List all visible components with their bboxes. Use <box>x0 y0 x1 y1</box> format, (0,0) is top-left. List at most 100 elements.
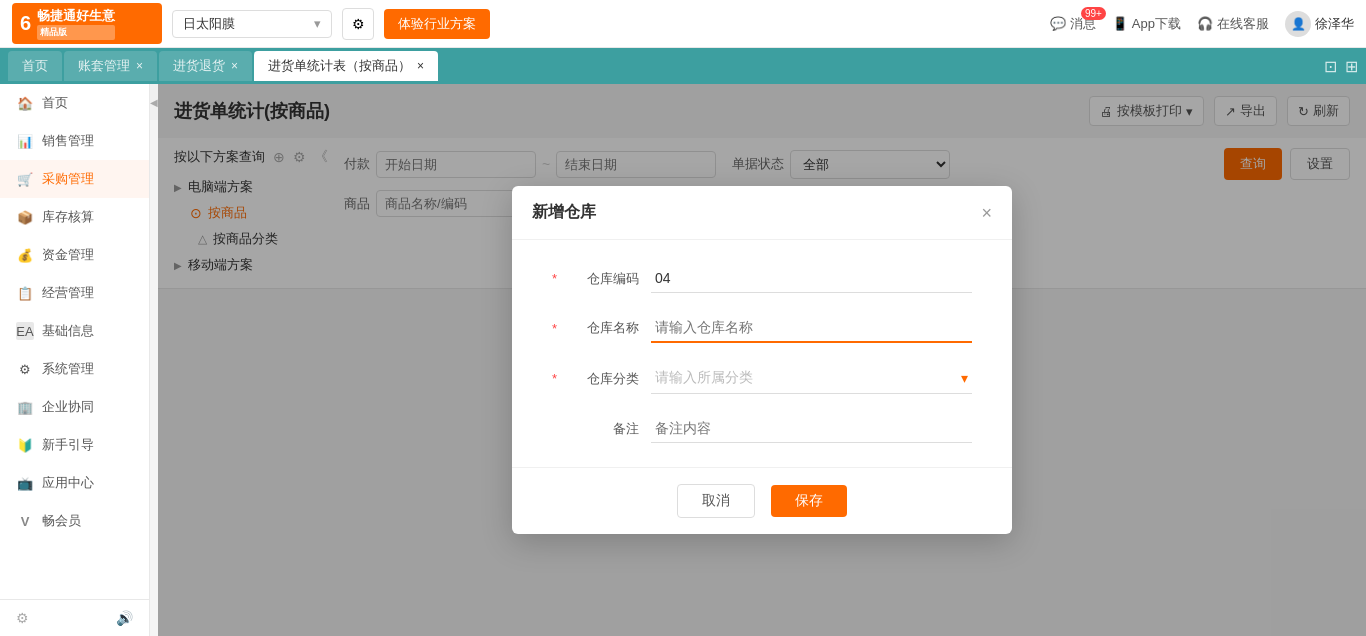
tab-purchase-stats[interactable]: 进货单统计表（按商品） × <box>254 51 438 81</box>
sidebar-item-system-label: 系统管理 <box>42 360 94 378</box>
trial-button[interactable]: 体验行业方案 <box>384 9 490 39</box>
sidebar-item-sales-label: 销售管理 <box>42 132 94 150</box>
app-download-button[interactable]: 📱 App下载 <box>1112 15 1181 33</box>
sidebar-bottom: ⚙ 🔊 <box>0 599 149 636</box>
main-layout: 🏠 首页 📊 销售管理 🛒 采购管理 📦 库存核算 💰 资金管理 📋 经营管理 … <box>0 84 1366 636</box>
dialog-close-button[interactable]: × <box>981 204 992 222</box>
tab-purchase-stats-close[interactable]: × <box>417 59 424 73</box>
tab-bar: 首页 账套管理 × 进货退货 × 进货单统计表（按商品） × ⊡ ⊞ <box>0 48 1366 84</box>
system-icon: ⚙ <box>16 360 34 378</box>
logo-badge: 精品版 <box>37 25 115 40</box>
sidebar-item-guide[interactable]: 🔰 新手引导 <box>0 426 149 464</box>
warehouse-name-row: * 仓库名称 <box>552 313 972 343</box>
sidebar-item-finance[interactable]: 💰 资金管理 <box>0 236 149 274</box>
sidebar-item-operations[interactable]: 📋 经营管理 <box>0 274 149 312</box>
warehouse-name-input[interactable] <box>651 313 972 343</box>
warehouse-category-placeholder: 请输入所属分类 <box>655 369 753 387</box>
warehouse-note-input[interactable] <box>651 414 972 443</box>
tab-purchase-return[interactable]: 进货退货 × <box>159 51 252 81</box>
tab-home-label: 首页 <box>22 57 48 75</box>
warehouse-code-label: 仓库编码 <box>569 270 639 288</box>
dialog-title: 新增仓库 <box>532 202 596 223</box>
header-right: 💬 消息 99+ 📱 App下载 🎧 在线客服 👤 徐泽华 <box>1050 11 1354 37</box>
tab-account[interactable]: 账套管理 × <box>64 51 157 81</box>
basic-icon: EA <box>16 322 34 340</box>
sidebar-item-purchase[interactable]: 🛒 采购管理 <box>0 160 149 198</box>
warehouse-code-row: * 仓库编码 <box>552 264 972 293</box>
user-area[interactable]: 👤 徐泽华 <box>1285 11 1354 37</box>
home-icon: 🏠 <box>16 94 34 112</box>
finance-icon: 💰 <box>16 246 34 264</box>
tab-purchase-return-label: 进货退货 <box>173 57 225 75</box>
save-button[interactable]: 保存 <box>771 485 847 517</box>
sidebar-volume-icon[interactable]: 🔊 <box>116 610 133 626</box>
sidebar-toggle[interactable]: ◀ <box>150 84 158 120</box>
user-avatar: 👤 <box>1285 11 1311 37</box>
appstore-icon: 📺 <box>16 474 34 492</box>
sidebar-item-purchase-label: 采购管理 <box>42 170 94 188</box>
purchase-icon: 🛒 <box>16 170 34 188</box>
sidebar-item-basic-label: 基础信息 <box>42 322 94 340</box>
tab-bar-controls: ⊡ ⊞ <box>1324 57 1358 76</box>
store-selector[interactable]: 日太阳膜 ▾ <box>172 10 332 38</box>
category-chevron-icon: ▾ <box>961 370 968 386</box>
service-button[interactable]: 🎧 在线客服 <box>1197 15 1269 33</box>
sidebar-item-membership[interactable]: V 畅会员 <box>0 502 149 540</box>
tab-purchase-return-close[interactable]: × <box>231 59 238 73</box>
store-name: 日太阳膜 <box>183 15 235 33</box>
service-label: 在线客服 <box>1217 15 1269 33</box>
warehouse-code-input[interactable] <box>651 264 972 293</box>
sidebar-item-sales[interactable]: 📊 销售管理 <box>0 122 149 160</box>
inventory-icon: 📦 <box>16 208 34 226</box>
sidebar-item-appstore-label: 应用中心 <box>42 474 94 492</box>
sidebar: 🏠 首页 📊 销售管理 🛒 采购管理 📦 库存核算 💰 资金管理 📋 经营管理 … <box>0 84 150 636</box>
required-star-code: * <box>552 271 557 286</box>
guide-icon: 🔰 <box>16 436 34 454</box>
content-area: 进货单统计(按商品) 🖨 按模板打印 ▾ ↗ 导出 ↻ 刷新 <box>158 84 1366 636</box>
dialog-overlay: 新增仓库 × * 仓库编码 * 仓库名称 <box>158 84 1366 636</box>
warehouse-note-label: 备注 <box>569 420 639 438</box>
chevron-left-icon: ◀ <box>150 97 158 108</box>
enterprise-icon: 🏢 <box>16 398 34 416</box>
warehouse-category-select[interactable]: 请输入所属分类 ▾ <box>651 363 972 394</box>
message-button[interactable]: 💬 消息 99+ <box>1050 15 1096 33</box>
sidebar-item-inventory[interactable]: 📦 库存核算 <box>0 198 149 236</box>
warehouse-name-label: 仓库名称 <box>569 319 639 337</box>
tab-expand-button[interactable]: ⊞ <box>1345 57 1358 76</box>
dialog-body: * 仓库编码 * 仓库名称 * 仓库分类 <box>512 240 1012 467</box>
required-star-category: * <box>552 371 557 386</box>
tab-purchase-stats-label: 进货单统计表（按商品） <box>268 57 411 75</box>
dialog-footer: 取消 保存 <box>512 467 1012 534</box>
warehouse-category-label: 仓库分类 <box>569 370 639 388</box>
logo-icon: 6 <box>20 12 31 35</box>
sidebar-item-system[interactable]: ⚙ 系统管理 <box>0 350 149 388</box>
tab-account-close[interactable]: × <box>136 59 143 73</box>
required-star-name: * <box>552 321 557 336</box>
sidebar-item-membership-label: 畅会员 <box>42 512 81 530</box>
tab-home[interactable]: 首页 <box>8 51 62 81</box>
message-icon: 💬 <box>1050 16 1066 31</box>
mobile-icon: 📱 <box>1112 16 1128 31</box>
logo-text: 畅捷通好生意 精品版 <box>37 7 115 40</box>
sidebar-item-home-label: 首页 <box>42 94 68 112</box>
warehouse-category-row: * 仓库分类 请输入所属分类 ▾ <box>552 363 972 394</box>
sidebar-item-enterprise[interactable]: 🏢 企业协同 <box>0 388 149 426</box>
headphone-icon: 🎧 <box>1197 16 1213 31</box>
top-header: 6 畅捷通好生意 精品版 日太阳膜 ▾ ⚙ 体验行业方案 💬 消息 99+ 📱 … <box>0 0 1366 48</box>
sidebar-item-basic[interactable]: EA 基础信息 <box>0 312 149 350</box>
gear-button[interactable]: ⚙ <box>342 8 374 40</box>
add-warehouse-dialog: 新增仓库 × * 仓库编码 * 仓库名称 <box>512 186 1012 534</box>
dialog-header: 新增仓库 × <box>512 186 1012 240</box>
tab-restore-button[interactable]: ⊡ <box>1324 57 1337 76</box>
app-download-label: App下载 <box>1132 15 1181 33</box>
sidebar-item-operations-label: 经营管理 <box>42 284 94 302</box>
tab-account-label: 账套管理 <box>78 57 130 75</box>
sidebar-item-enterprise-label: 企业协同 <box>42 398 94 416</box>
membership-icon: V <box>16 512 34 530</box>
operations-icon: 📋 <box>16 284 34 302</box>
sidebar-item-appstore[interactable]: 📺 应用中心 <box>0 464 149 502</box>
cancel-button[interactable]: 取消 <box>677 484 755 518</box>
sidebar-item-home[interactable]: 🏠 首页 <box>0 84 149 122</box>
sidebar-settings-icon[interactable]: ⚙ <box>16 610 29 626</box>
sales-icon: 📊 <box>16 132 34 150</box>
